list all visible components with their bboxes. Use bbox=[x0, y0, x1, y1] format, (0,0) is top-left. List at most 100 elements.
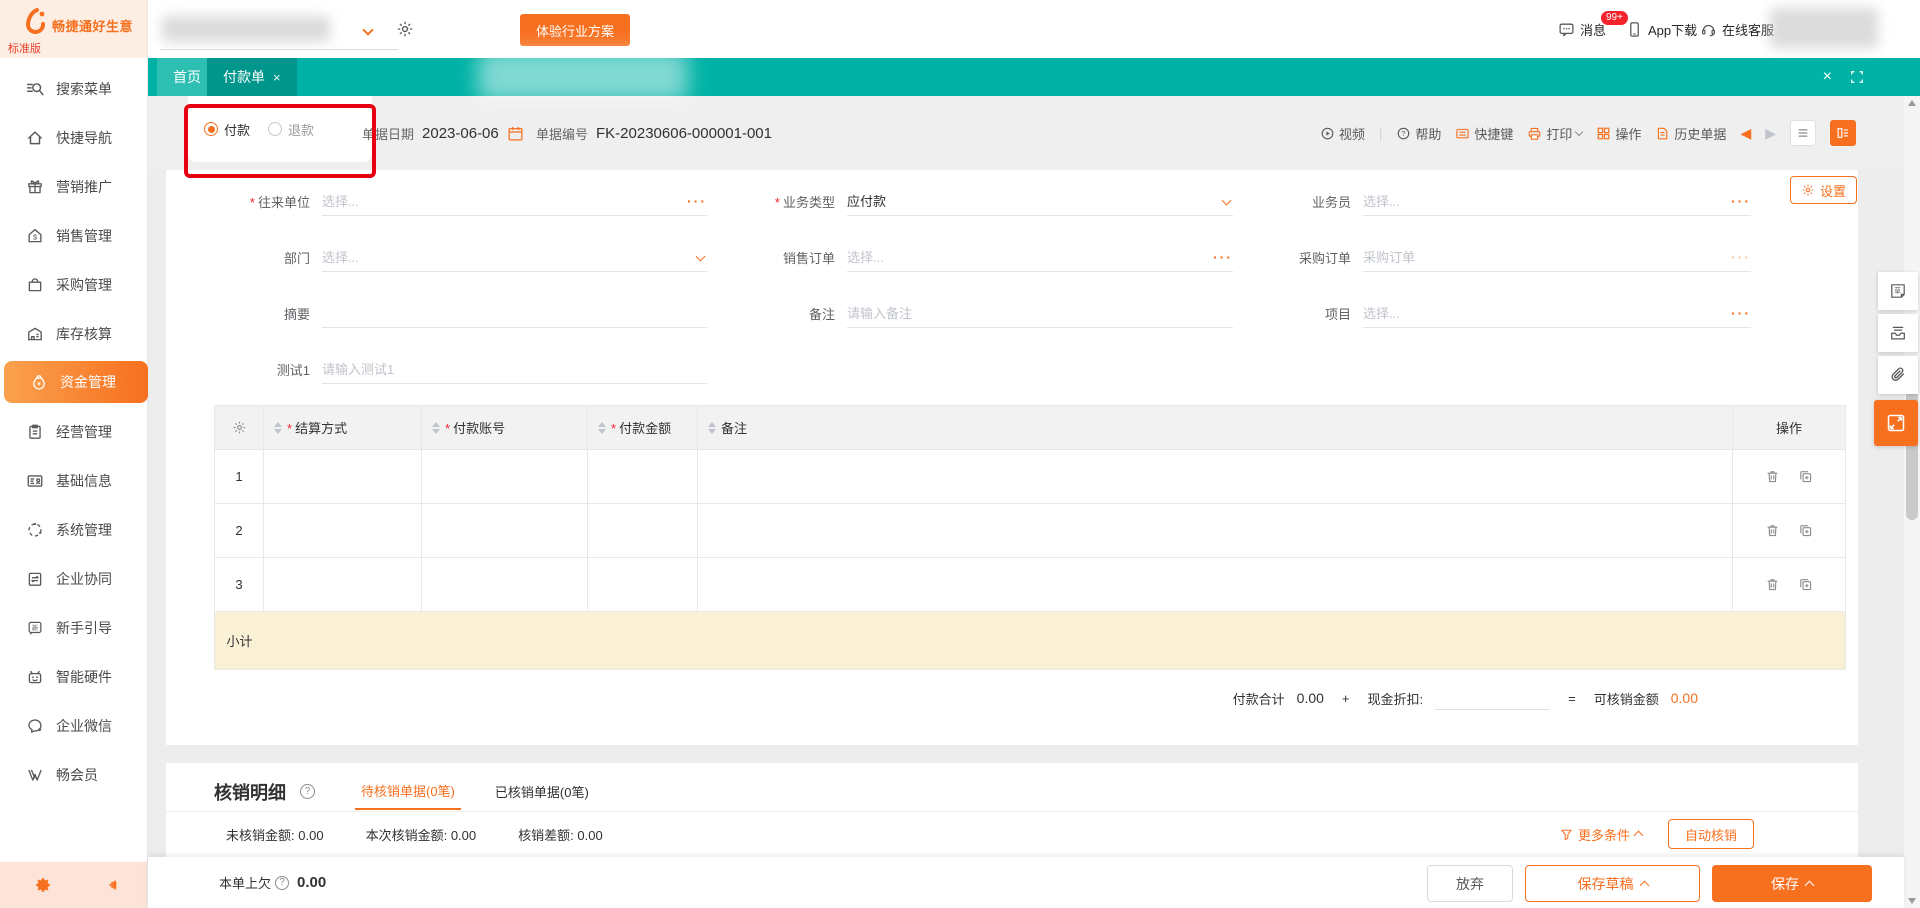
settle-method-cell[interactable] bbox=[264, 504, 422, 557]
app-download-button[interactable]: App下载 bbox=[1626, 0, 1697, 58]
pay-account-cell[interactable] bbox=[422, 450, 588, 503]
inbox-tray-button[interactable] bbox=[1878, 314, 1918, 352]
save-draft-button[interactable]: 保存草稿 bbox=[1525, 865, 1700, 902]
sidebar-item-inventory[interactable]: 库存核算 bbox=[0, 309, 147, 358]
expand-panel-button[interactable] bbox=[1874, 400, 1918, 446]
remark-cell[interactable] bbox=[698, 450, 1733, 503]
auto-writeoff-button[interactable]: 自动核销 bbox=[1667, 819, 1754, 849]
sales-order-select[interactable]: 选择... ··· bbox=[847, 242, 1233, 272]
delete-row-icon[interactable] bbox=[1765, 577, 1780, 592]
next-doc-icon[interactable]: ▶ bbox=[1765, 125, 1776, 142]
collapse-sidebar-icon[interactable] bbox=[101, 876, 119, 894]
remark-cell[interactable] bbox=[698, 558, 1733, 611]
chevron-down-icon[interactable] bbox=[362, 24, 374, 36]
settings-gear-icon[interactable] bbox=[34, 876, 52, 894]
sidebar-item-base-info[interactable]: 基础信息 bbox=[0, 456, 147, 505]
copy-row-icon[interactable] bbox=[1798, 577, 1813, 592]
prev-doc-icon[interactable]: ◀ bbox=[1740, 125, 1751, 142]
partner-select[interactable]: 选择... ··· bbox=[322, 186, 707, 216]
sort-icons[interactable] bbox=[708, 421, 716, 434]
pay-amount-cell[interactable] bbox=[588, 504, 698, 557]
sidebar-item-smart-hardware[interactable]: 智能硬件 bbox=[0, 652, 147, 701]
chevron-down-icon[interactable] bbox=[695, 251, 706, 262]
doc-date-value[interactable]: 2023-06-06 bbox=[422, 125, 499, 142]
more-filters-button[interactable]: 更多条件 bbox=[1560, 825, 1644, 844]
try-industry-plan-button[interactable]: 体验行业方案 bbox=[520, 14, 631, 46]
biz-type-select[interactable]: 应付款 bbox=[847, 186, 1233, 216]
chevron-down-icon[interactable] bbox=[1221, 195, 1232, 206]
sidebar-item-marketing[interactable]: 营销推广 bbox=[0, 162, 147, 211]
purchase-order-select[interactable]: 采购订单 ··· bbox=[1363, 242, 1751, 272]
test1-input[interactable]: 请输入测试1 bbox=[322, 354, 707, 384]
sidebar-item-search-menu[interactable]: 搜索菜单 bbox=[0, 64, 147, 113]
sidebar-item-system[interactable]: 系统管理 bbox=[0, 505, 147, 554]
history-button[interactable]: 历史单据 bbox=[1655, 124, 1726, 143]
close-all-tabs-icon[interactable]: × bbox=[1823, 68, 1832, 86]
tab-payment-voucher[interactable]: 付款单 × bbox=[207, 58, 297, 96]
video-button[interactable]: 视频 bbox=[1320, 124, 1365, 143]
hotkeys-button[interactable]: 快捷键 bbox=[1455, 124, 1513, 143]
copy-row-icon[interactable] bbox=[1798, 469, 1813, 484]
tab-done-writeoff[interactable]: 已核销单据(0笔) bbox=[489, 774, 595, 809]
gear-icon[interactable] bbox=[396, 20, 414, 38]
messages-button[interactable]: 消息 bbox=[1558, 0, 1606, 58]
department-select[interactable]: 选择... bbox=[322, 242, 707, 272]
ellipsis-picker-icon[interactable]: ··· bbox=[1731, 193, 1751, 209]
pay-account-cell[interactable] bbox=[422, 504, 588, 557]
settle-method-cell[interactable] bbox=[264, 450, 422, 503]
settle-method-cell[interactable] bbox=[264, 558, 422, 611]
draft-box-button[interactable]: 草 bbox=[1878, 272, 1918, 310]
actions-button[interactable]: 操作 bbox=[1596, 124, 1641, 143]
abandon-button[interactable]: 放弃 bbox=[1427, 865, 1513, 902]
question-circle-icon[interactable]: ? bbox=[300, 784, 315, 799]
vertical-scrollbar[interactable] bbox=[1904, 96, 1920, 908]
attachment-button[interactable] bbox=[1878, 356, 1918, 394]
close-tab-icon[interactable]: × bbox=[273, 70, 281, 85]
online-service-button[interactable]: 在线客服 bbox=[1700, 0, 1774, 58]
form-view-toggle[interactable] bbox=[1830, 120, 1856, 146]
ellipsis-picker-icon[interactable]: ··· bbox=[687, 193, 707, 209]
ellipsis-picker-icon[interactable]: ··· bbox=[1731, 305, 1751, 321]
sidebar-item-collaboration[interactable]: 企业协同 bbox=[0, 554, 147, 603]
column-header-remark[interactable]: 备注 bbox=[698, 406, 1733, 449]
project-select[interactable]: 选择... ··· bbox=[1363, 298, 1751, 328]
sort-icons[interactable] bbox=[274, 421, 282, 434]
save-button[interactable]: 保存 bbox=[1712, 865, 1872, 902]
radio-refund[interactable]: 退款 bbox=[268, 120, 314, 139]
pay-amount-cell[interactable] bbox=[588, 450, 698, 503]
sidebar-item-member[interactable]: 畅会员 bbox=[0, 750, 147, 799]
scroll-down-icon[interactable] bbox=[1908, 898, 1916, 904]
pay-account-cell[interactable] bbox=[422, 558, 588, 611]
print-button[interactable]: 打印 bbox=[1527, 124, 1584, 143]
remark-cell[interactable] bbox=[698, 504, 1733, 557]
tab-pending-writeoff[interactable]: 待核销单据(0笔) bbox=[355, 773, 461, 810]
list-view-toggle[interactable] bbox=[1790, 120, 1816, 146]
delete-row-icon[interactable] bbox=[1765, 469, 1780, 484]
sort-icons[interactable] bbox=[432, 421, 440, 434]
sidebar-item-sales[interactable]: $ 销售管理 bbox=[0, 211, 147, 260]
sidebar-item-beginner-guide[interactable]: 新 新手引导 bbox=[0, 603, 147, 652]
gear-icon[interactable] bbox=[232, 420, 247, 435]
ellipsis-picker-icon[interactable]: ··· bbox=[1213, 249, 1233, 265]
column-header-pay-account[interactable]: 付款账号 bbox=[422, 406, 588, 449]
summary-input[interactable] bbox=[322, 298, 707, 328]
sidebar-item-purchase[interactable]: 采购管理 bbox=[0, 260, 147, 309]
sort-icons[interactable] bbox=[598, 421, 606, 434]
fullscreen-icon[interactable] bbox=[1850, 70, 1864, 84]
help-button[interactable]: ? 帮助 bbox=[1396, 124, 1441, 143]
sidebar-item-quick-nav[interactable]: 快捷导航 bbox=[0, 113, 147, 162]
calendar-icon[interactable] bbox=[507, 125, 524, 142]
delete-row-icon[interactable] bbox=[1765, 523, 1780, 538]
remark-input[interactable]: 请输入备注 bbox=[847, 298, 1233, 328]
form-settings-button[interactable]: 设置 bbox=[1790, 176, 1858, 204]
salesman-select[interactable]: 选择... ··· bbox=[1363, 186, 1751, 216]
column-header-pay-amount[interactable]: 付款金额 bbox=[588, 406, 698, 449]
sidebar-item-funds[interactable]: ¥ 资金管理 bbox=[4, 361, 148, 403]
pay-amount-cell[interactable] bbox=[588, 558, 698, 611]
scroll-up-icon[interactable] bbox=[1908, 100, 1916, 106]
cash-discount-input[interactable] bbox=[1435, 686, 1551, 710]
radio-pay[interactable]: 付款 bbox=[204, 120, 250, 139]
copy-row-icon[interactable] bbox=[1798, 523, 1813, 538]
question-circle-icon[interactable]: ? bbox=[275, 875, 290, 890]
sidebar-item-wecom[interactable]: 企业微信 bbox=[0, 701, 147, 750]
